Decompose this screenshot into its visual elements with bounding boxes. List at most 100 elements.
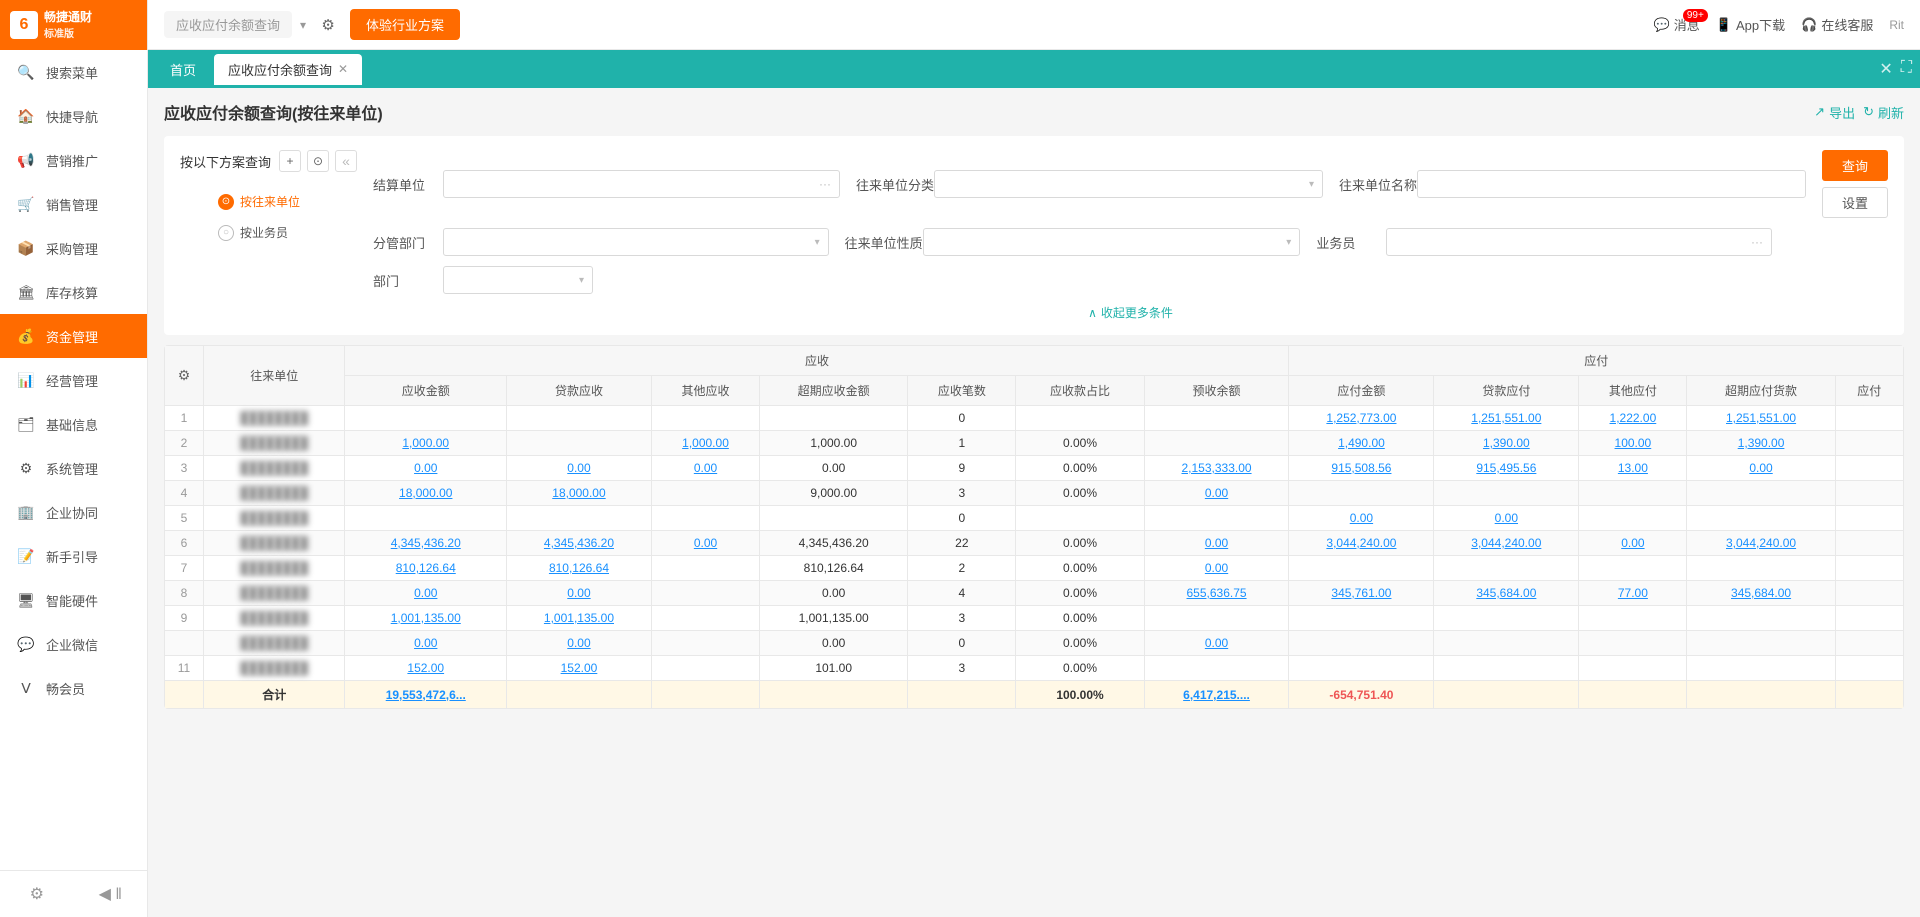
tab-close-all-button[interactable]: ✕ — [1879, 59, 1892, 79]
online-service-button[interactable]: 🎧 在线客服 — [1801, 15, 1873, 34]
cell-ap-amount[interactable] — [1289, 556, 1434, 581]
cell-ar-loan[interactable]: 0.00 — [507, 456, 652, 481]
cell-ar-loan[interactable]: 0.00 — [507, 581, 652, 606]
cell-ap-amount[interactable]: 1,490.00 — [1289, 431, 1434, 456]
cell-ar-amount[interactable]: 0.00 — [345, 631, 507, 656]
cell-ar-loan[interactable] — [507, 406, 652, 431]
cell-ar-amount[interactable]: 0.00 — [345, 581, 507, 606]
cell-pre-balance[interactable] — [1144, 506, 1289, 531]
sidebar-item-search[interactable]: 🔍 搜索菜单 — [0, 50, 147, 94]
cell-ap-amount[interactable] — [1289, 631, 1434, 656]
sidebar-item-hardware[interactable]: 🖥 智能硬件 — [0, 578, 147, 622]
cell-pre-balance[interactable] — [1144, 431, 1289, 456]
cell-ar-loan[interactable]: 810,126.64 — [507, 556, 652, 581]
cell-ap-other[interactable] — [1579, 631, 1687, 656]
cell-ap-amount[interactable]: 0.00 — [1289, 506, 1434, 531]
cell-ap-overdue[interactable]: 3,044,240.00 — [1687, 531, 1835, 556]
tab-ar-ap[interactable]: 应收应付余额查询 ✕ — [214, 54, 362, 85]
cell-pre-balance[interactable]: 655,636.75 — [1144, 581, 1289, 606]
cell-ap-amount[interactable]: 3,044,240.00 — [1289, 531, 1434, 556]
sidebar-item-enterprise[interactable]: 🏢 企业协同 — [0, 490, 147, 534]
cell-ap-other[interactable]: 1,222.00 — [1579, 406, 1687, 431]
cell-ap-other[interactable]: 13.00 — [1579, 456, 1687, 481]
cell-pre-balance[interactable]: 0.00 — [1144, 531, 1289, 556]
cell-pre-balance[interactable]: 2,153,333.00 — [1144, 456, 1289, 481]
cell-ap-loan[interactable]: 345,684.00 — [1434, 581, 1579, 606]
cell-ap-loan[interactable] — [1434, 631, 1579, 656]
cell-ar-amount[interactable]: 152.00 — [345, 656, 507, 681]
cell-ap-overdue[interactable] — [1687, 606, 1835, 631]
cell-ap-amount[interactable]: 345,761.00 — [1289, 581, 1434, 606]
tab-close-button[interactable]: ✕ — [338, 62, 348, 76]
cell-ap-other[interactable]: 100.00 — [1579, 431, 1687, 456]
cell-ar-loan[interactable]: 18,000.00 — [507, 481, 652, 506]
cell-ar-other[interactable] — [651, 481, 759, 506]
cell-ar-other[interactable] — [651, 506, 759, 531]
settings-gear-button[interactable]: ⚙ — [314, 11, 342, 39]
solution-button[interactable]: 体验行业方案 — [350, 9, 460, 40]
input-jsdw[interactable]: ··· — [443, 170, 840, 198]
cell-pre-balance[interactable]: 0.00 — [1144, 631, 1289, 656]
footer-pre-balance[interactable]: 6,417,215.... — [1144, 681, 1289, 709]
cell-pre-balance[interactable] — [1144, 606, 1289, 631]
cell-ar-other[interactable]: 0.00 — [651, 531, 759, 556]
cell-ap-amount[interactable] — [1289, 656, 1434, 681]
cell-ar-other[interactable] — [651, 581, 759, 606]
scheme-by-salesperson[interactable]: ○ 按业务员 — [210, 217, 357, 248]
collapse-scheme-button[interactable]: « — [335, 150, 357, 172]
table-settings-icon[interactable]: ⚙ — [173, 365, 195, 387]
select-bm[interactable]: ▾ — [443, 266, 593, 294]
message-button[interactable]: 💬 消息 99+ — [1654, 15, 1700, 34]
sidebar-collapse-button[interactable]: ◀ ‖ — [95, 879, 125, 909]
cell-ar-amount[interactable]: 18,000.00 — [345, 481, 507, 506]
sidebar-item-finance[interactable]: 💰 资金管理 — [0, 314, 147, 358]
user-name[interactable]: Rit — [1889, 18, 1904, 32]
cell-ar-loan[interactable]: 152.00 — [507, 656, 652, 681]
cell-ap-amount[interactable] — [1289, 481, 1434, 506]
sidebar-item-system[interactable]: ⚙ 系统管理 — [0, 446, 147, 490]
cell-ap-amount[interactable] — [1289, 606, 1434, 631]
cell-pre-balance[interactable]: 0.00 — [1144, 556, 1289, 581]
cell-ar-other[interactable] — [651, 406, 759, 431]
cell-ap-loan[interactable] — [1434, 481, 1579, 506]
cell-ap-overdue[interactable] — [1687, 631, 1835, 656]
sidebar-item-operations[interactable]: 📊 经营管理 — [0, 358, 147, 402]
breadcrumb-dropdown[interactable]: ▾ — [300, 18, 306, 32]
cell-ap-other[interactable] — [1579, 556, 1687, 581]
select-lwdwxz[interactable]: ▾ — [923, 228, 1301, 256]
cell-ap-other[interactable] — [1579, 481, 1687, 506]
cell-ar-other[interactable] — [651, 631, 759, 656]
cell-ap-loan[interactable]: 0.00 — [1434, 506, 1579, 531]
export-button[interactable]: ↗ 导出 — [1814, 103, 1855, 122]
cell-ar-amount[interactable]: 1,000.00 — [345, 431, 507, 456]
query-button[interactable]: 查询 — [1822, 150, 1888, 181]
cell-ap-other[interactable]: 0.00 — [1579, 531, 1687, 556]
cell-pre-balance[interactable] — [1144, 656, 1289, 681]
cell-ap-other[interactable]: 77.00 — [1579, 581, 1687, 606]
sidebar-item-sales[interactable]: 🛒 销售管理 — [0, 182, 147, 226]
cell-ar-amount[interactable] — [345, 506, 507, 531]
select-fgbm[interactable]: ▾ — [443, 228, 829, 256]
tab-home[interactable]: 首页 — [156, 54, 210, 85]
cell-ap-overdue[interactable] — [1687, 556, 1835, 581]
sidebar-item-wechat[interactable]: 💬 企业微信 — [0, 622, 147, 666]
cell-ar-other[interactable]: 0.00 — [651, 456, 759, 481]
refresh-button[interactable]: ↻ 刷新 — [1863, 103, 1904, 122]
input-ywy[interactable]: ··· — [1386, 228, 1772, 256]
edit-scheme-button[interactable]: ⊙ — [307, 150, 329, 172]
cell-ar-loan[interactable]: 1,001,135.00 — [507, 606, 652, 631]
cell-pre-balance[interactable]: 0.00 — [1144, 481, 1289, 506]
cell-ap-loan[interactable]: 1,390.00 — [1434, 431, 1579, 456]
cell-ar-other[interactable] — [651, 606, 759, 631]
footer-ar-amount[interactable]: 19,553,472,6... — [345, 681, 507, 709]
cell-ar-amount[interactable] — [345, 406, 507, 431]
select-lwdwfl[interactable]: ▾ — [934, 170, 1323, 198]
cell-ar-loan[interactable] — [507, 506, 652, 531]
cell-ap-overdue[interactable] — [1687, 506, 1835, 531]
collapse-more-button[interactable]: ∧ 收起更多条件 — [373, 304, 1888, 321]
sidebar-item-inventory[interactable]: 🏛 库存核算 — [0, 270, 147, 314]
cell-ap-other[interactable] — [1579, 506, 1687, 531]
cell-pre-balance[interactable] — [1144, 406, 1289, 431]
sidebar-item-marketing[interactable]: 📢 营销推广 — [0, 138, 147, 182]
tab-expand-button[interactable]: ⛶ — [1901, 59, 1912, 79]
